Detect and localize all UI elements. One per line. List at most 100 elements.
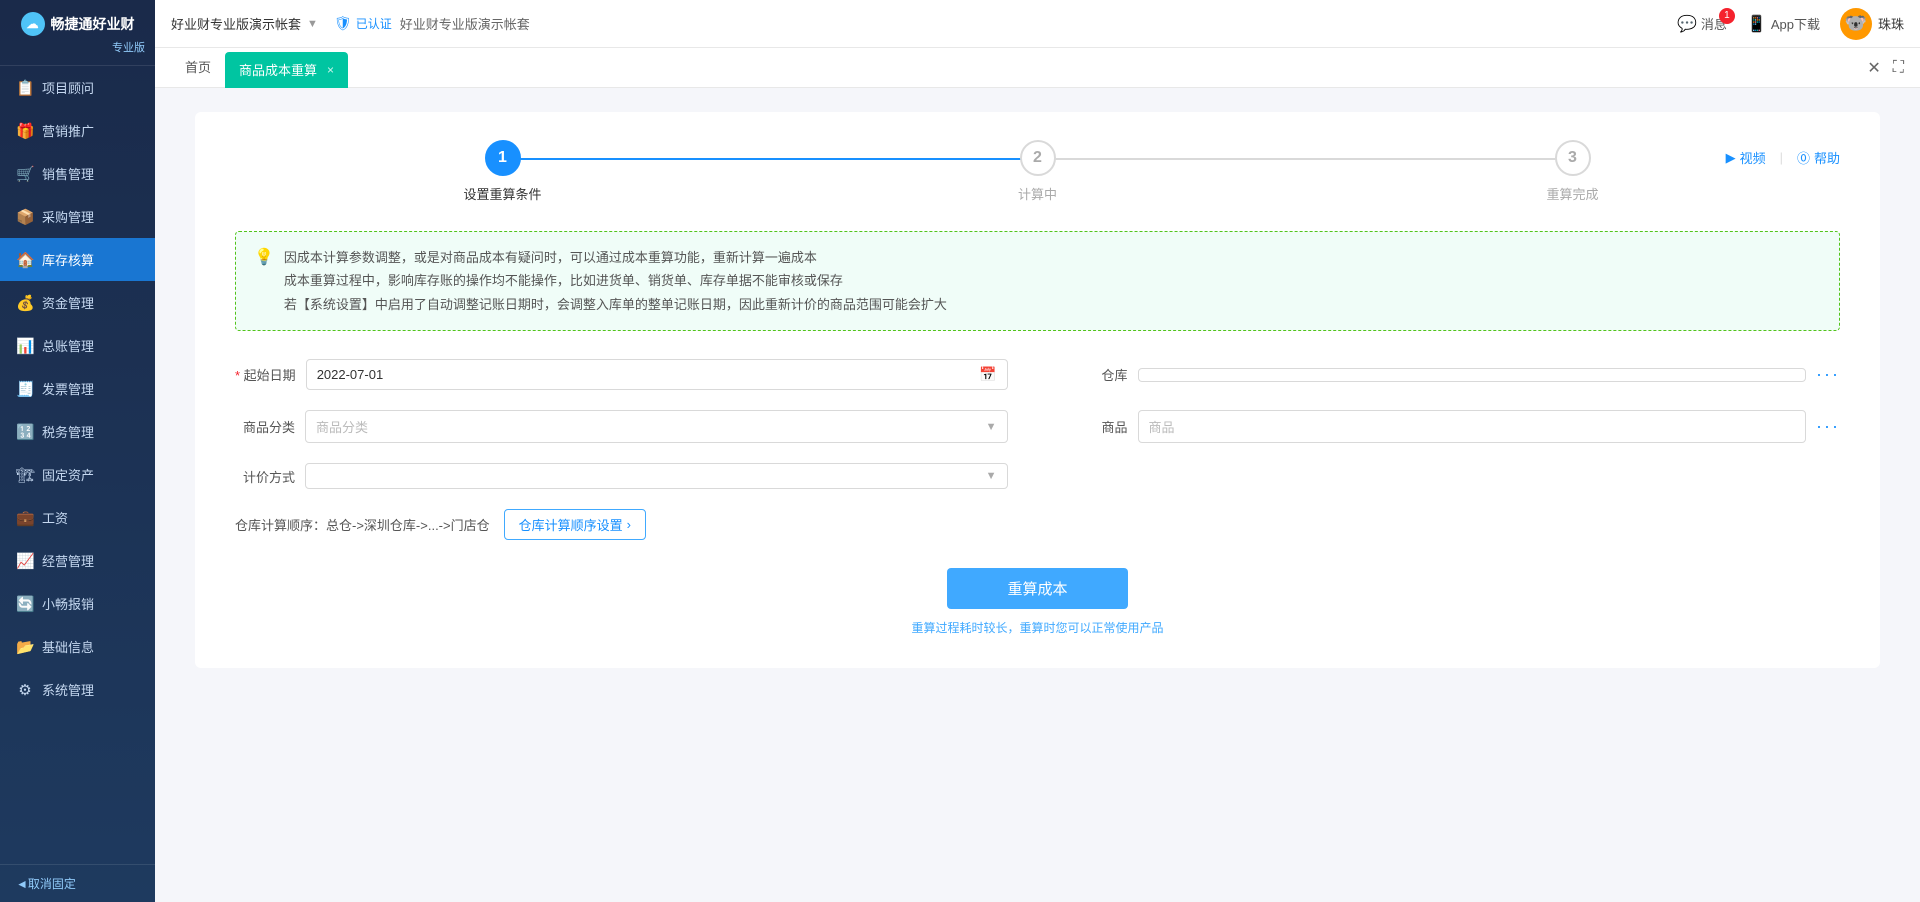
category-row: 商品分类 商品分类 ▼ (235, 410, 1008, 443)
goods-more-icon[interactable]: ··· (1816, 416, 1840, 437)
goods-input[interactable]: 商品 (1138, 410, 1807, 443)
basic-icon: 📂 (16, 638, 34, 656)
step-1-label: 设置重算条件 (463, 184, 541, 203)
content-area: 1 设置重算条件 2 计算中 3 重算完成 (155, 88, 1920, 902)
sidebar-item-label: 系统管理 (42, 680, 94, 699)
expand-icon[interactable]: ⛶ (1893, 59, 1904, 77)
sidebar-item-inventory[interactable]: 🏠 库存核算 (0, 238, 155, 281)
warehouse-order-arrow-icon: › (627, 517, 631, 532)
category-arrow-icon: ▼ (986, 421, 997, 433)
topbar: 好业财专业版演示帐套 ▼ 🛡 已认证 好业财专业版演示帐套 💬 消息 1 📱 A… (155, 0, 1920, 48)
sidebar-logo: ☁ 畅捷通好业财 专业版 (0, 0, 155, 66)
logo-text: 畅捷通好业财 (51, 14, 135, 34)
project-icon: 📋 (16, 79, 34, 97)
sidebar-logo-top: ☁ 畅捷通好业财 (21, 12, 135, 36)
verified-badge: 🛡 已认证 好业财专业版演示帐套 (334, 14, 530, 33)
unpin-label: ◄取消固定 (16, 875, 76, 892)
help-icon: ⓪ (1797, 148, 1810, 167)
sidebar-item-sales[interactable]: 🛒 销售管理 (0, 152, 155, 195)
submit-button[interactable]: 重算成本 (947, 568, 1127, 609)
topbar-right: 💬 消息 1 📱 App下载 🐨 珠珠 (1677, 8, 1904, 40)
steps-help: ▶ 视频 | ⓪ 帮助 (1726, 148, 1840, 167)
goods-placeholder: 商品 (1149, 417, 1796, 436)
category-label: 商品分类 (235, 417, 295, 436)
start-date-input[interactable]: 2022-07-01 📅 (306, 359, 1008, 390)
submit-hint: 重算过程耗时较长，重算时您可以正常使用产品 (911, 619, 1163, 636)
warehouse-more-icon[interactable]: ··· (1816, 364, 1840, 385)
pricing-select[interactable]: ▼ (305, 463, 1008, 489)
tax-icon: 🔢 (16, 423, 34, 441)
video-label: 视频 (1740, 148, 1766, 167)
warehouse-order-button[interactable]: 仓库计算顺序设置 › (504, 509, 646, 540)
play-icon: ▶ (1726, 150, 1736, 166)
close-window-icon[interactable]: ✕ (1867, 58, 1880, 78)
operations-icon: 📈 (16, 552, 34, 570)
tab-home[interactable]: 首页 (171, 48, 225, 88)
sidebar-item-system[interactable]: ⚙ 系统管理 (0, 668, 155, 711)
tabbar: 首页 商品成本重算 × ✕ ⛶ (155, 48, 1920, 88)
user-avatar-button[interactable]: 🐨 珠珠 (1840, 8, 1904, 40)
goods-label: 商品 (1068, 417, 1128, 436)
sidebar-item-expense[interactable]: 🔄 小畅报销 (0, 582, 155, 625)
app-download-button[interactable]: 📱 App下载 (1747, 14, 1820, 34)
sidebar-item-operations[interactable]: 📈 经营管理 (0, 539, 155, 582)
message-button[interactable]: 💬 消息 1 (1677, 14, 1727, 34)
video-help-button[interactable]: ▶ 视频 (1726, 148, 1766, 167)
shield-icon: 🛡 (334, 15, 352, 32)
tabbar-actions: ✕ ⛶ (1867, 58, 1904, 78)
step-2: 2 计算中 (770, 140, 1305, 203)
sidebar-item-project[interactable]: 📋 项目顾问 (0, 66, 155, 109)
salary-icon: 💼 (16, 509, 34, 527)
help-button[interactable]: ⓪ 帮助 (1797, 148, 1840, 167)
sidebar-item-label: 项目顾问 (42, 78, 94, 97)
sidebar-nav: 📋 项目顾问 🎁 营销推广 🛒 销售管理 📦 采购管理 🏠 库存核算 💰 资金管… (0, 66, 155, 864)
verified-text: 已认证 (356, 15, 392, 32)
account-name: 好业财专业版演示帐套 (171, 14, 301, 33)
tab-active-label: 商品成本重算 (239, 60, 317, 79)
sidebar-item-purchase[interactable]: 📦 采购管理 (0, 195, 155, 238)
sidebar-item-marketing[interactable]: 🎁 营销推广 (0, 109, 155, 152)
step-2-num: 2 (1033, 149, 1042, 167)
warehouse-order-btn-label: 仓库计算顺序设置 (519, 515, 623, 534)
calendar-icon[interactable]: 📅 (979, 366, 996, 383)
help-label: 帮助 (1814, 148, 1840, 167)
sidebar-item-ledger[interactable]: 📊 总账管理 (0, 324, 155, 367)
sidebar-item-finance[interactable]: 💰 资金管理 (0, 281, 155, 324)
sidebar-item-salary[interactable]: 💼 工资 (0, 496, 155, 539)
step-2-circle: 2 (1020, 140, 1056, 176)
info-text: 因成本计算参数调整，或是对商品成本有疑问时，可以通过成本重算功能，重新计算一遍成… (284, 246, 947, 316)
account-arrow-icon: ▼ (307, 18, 318, 30)
info-box: 💡 因成本计算参数调整，或是对商品成本有疑问时，可以通过成本重算功能，重新计算一… (235, 231, 1840, 331)
pricing-arrow-icon: ▼ (986, 470, 997, 482)
sidebar-item-basic[interactable]: 📂 基础信息 (0, 625, 155, 668)
pricing-row: 计价方式 ▼ (235, 463, 1008, 489)
assets-icon: 🏗 (16, 466, 34, 484)
sidebar-item-assets[interactable]: 🏗 固定资产 (0, 453, 155, 496)
tab-cost-recalc[interactable]: 商品成本重算 × (225, 52, 348, 88)
step-2-label: 计算中 (1018, 184, 1057, 203)
warehouse-input[interactable] (1138, 368, 1807, 382)
divider: | (1780, 150, 1783, 165)
invoice-icon: 🧾 (16, 380, 34, 398)
sidebar-item-tax[interactable]: 🔢 税务管理 (0, 410, 155, 453)
finance-icon: 💰 (16, 294, 34, 312)
sidebar-item-invoice[interactable]: 🧾 发票管理 (0, 367, 155, 410)
sidebar-item-label: 营销推广 (42, 121, 94, 140)
account-selector[interactable]: 好业财专业版演示帐套 ▼ (171, 14, 318, 33)
step-1-circle: 1 (485, 140, 521, 176)
phone-icon: 📱 (1747, 14, 1767, 34)
step-3-label: 重算完成 (1546, 184, 1598, 203)
sidebar-unpin-button[interactable]: ◄取消固定 (0, 864, 155, 902)
start-date-label: 起始日期 (235, 365, 296, 384)
step-1: 1 设置重算条件 (235, 140, 770, 203)
marketing-icon: 🎁 (16, 122, 34, 140)
message-badge: 1 (1719, 8, 1735, 24)
step-1-num: 1 (498, 149, 507, 167)
sidebar-item-label: 小畅报销 (42, 594, 94, 613)
step-3-circle: 3 (1555, 140, 1591, 176)
goods-row: 商品 商品 ··· (1068, 410, 1841, 443)
sidebar-item-label: 税务管理 (42, 422, 94, 441)
tab-close-icon[interactable]: × (327, 63, 334, 77)
category-select[interactable]: 商品分类 ▼ (305, 410, 1008, 443)
submit-area: 重算成本 重算过程耗时较长，重算时您可以正常使用产品 (235, 568, 1840, 636)
